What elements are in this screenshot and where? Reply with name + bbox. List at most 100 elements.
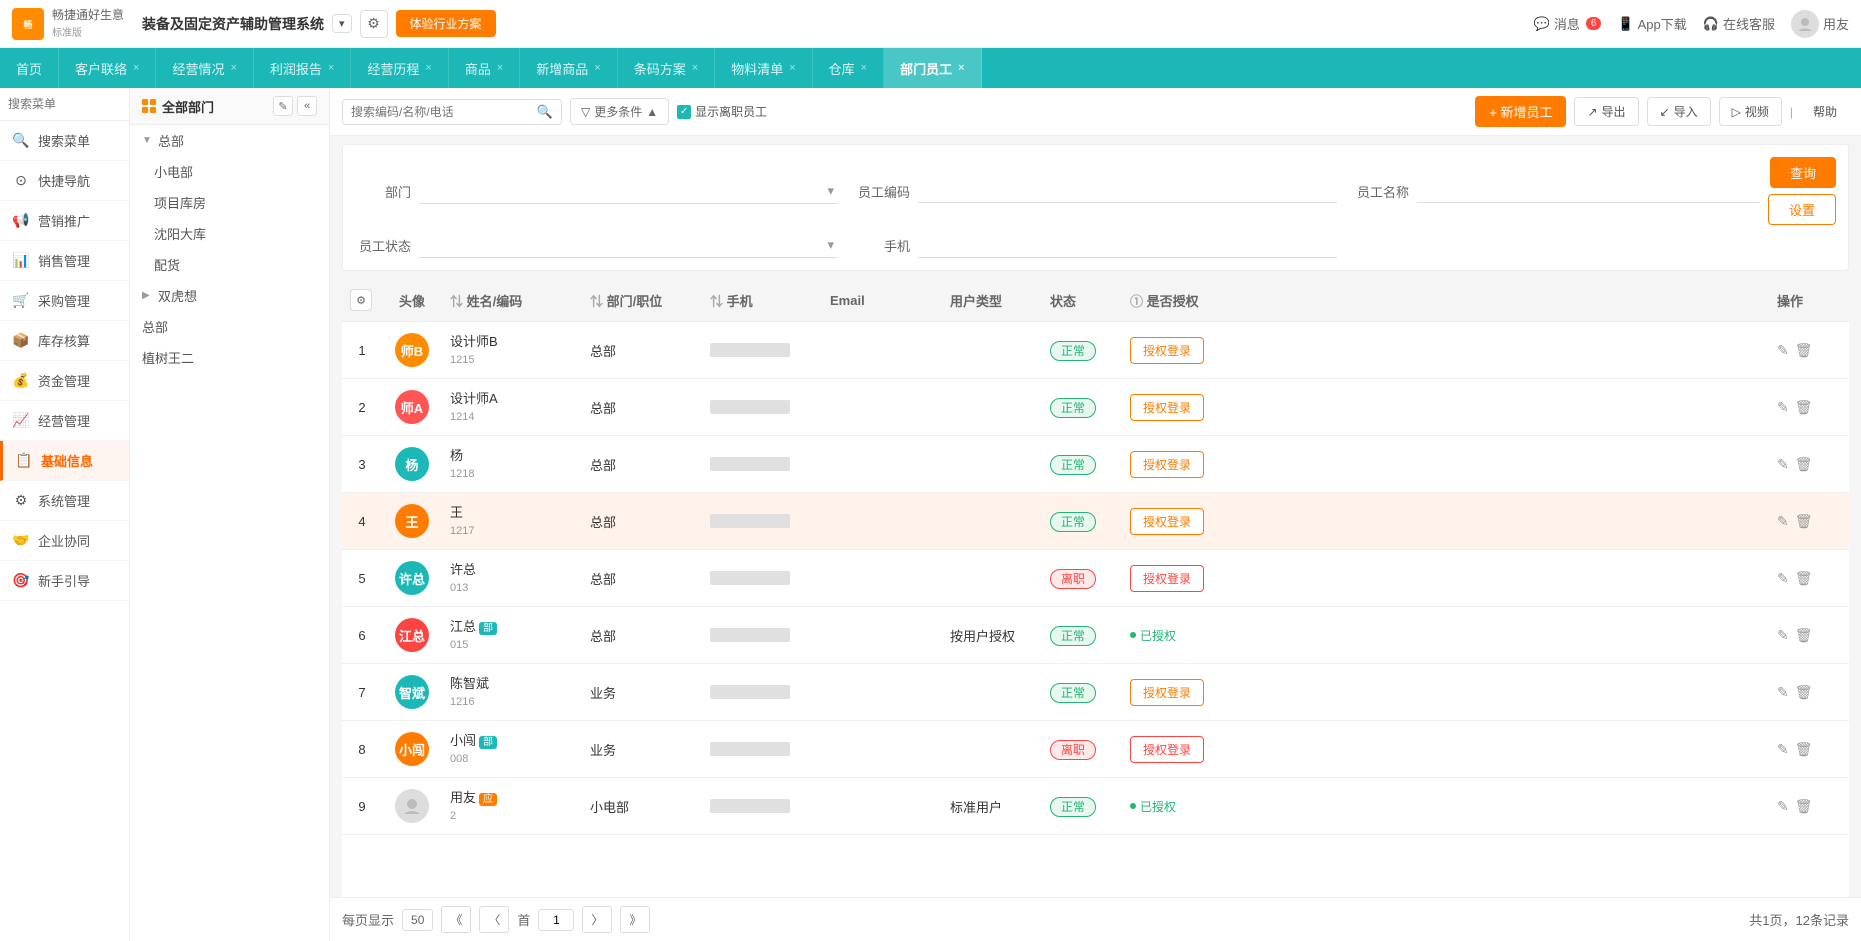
settings-gear-btn[interactable]: ⚙ — [360, 10, 388, 38]
tab-close-部门员工[interactable]: × — [958, 62, 964, 74]
chevron-left-icon[interactable]: 〈 — [479, 906, 509, 933]
collapse-tree-btn[interactable]: « — [297, 96, 317, 116]
empcode-filter-input[interactable] — [918, 179, 1337, 203]
more-filter-btn[interactable]: ▽ 更多条件 ▲ — [570, 98, 669, 125]
sidebar-item-资金管理[interactable]: 💰资金管理 — [0, 361, 129, 401]
tab-close-商品[interactable]: × — [497, 62, 503, 74]
settings-btn[interactable]: 设置 — [1768, 194, 1836, 225]
nav-tab-仓库[interactable]: 仓库 × — [813, 48, 884, 88]
tree-node-shenyangtaku[interactable]: 沈阳大库 — [130, 218, 329, 249]
current-page-input[interactable] — [538, 909, 574, 931]
edit-icon[interactable]: ✎ — [1777, 399, 1789, 416]
chevron-left-left-icon[interactable]: 《 — [441, 906, 471, 933]
sidebar-item-销售管理[interactable]: 📊销售管理 — [0, 241, 129, 281]
delete-icon[interactable]: 🗑 — [1795, 741, 1813, 758]
auth-btn[interactable]: 授权登录 — [1130, 508, 1204, 535]
edit-icon[interactable]: ✎ — [1777, 741, 1789, 758]
sidebar-item-营销推广[interactable]: 📢营销推广 — [0, 201, 129, 241]
sidebar-item-搜索菜单[interactable]: 🔍搜索菜单 — [0, 121, 129, 161]
message-btn[interactable]: 💬 消息 6 — [1534, 14, 1602, 33]
nav-tab-客户联络[interactable]: 客户联络 × — [59, 48, 156, 88]
tab-close-经营情况[interactable]: × — [230, 62, 236, 74]
tree-node-xiaodiaobu[interactable]: 小电部 — [130, 156, 329, 187]
delete-icon[interactable]: 🗑 — [1795, 399, 1813, 416]
sidebar-item-基础信息[interactable]: 📋基础信息 — [0, 441, 129, 481]
system-dropdown-btn[interactable]: ▾ — [332, 14, 352, 33]
tab-close-物料清单[interactable]: × — [789, 62, 795, 74]
empstatus-filter-select[interactable]: ▾ — [419, 233, 838, 258]
edit-icon[interactable]: ✎ — [1777, 513, 1789, 530]
col-settings-btn[interactable]: ⚙ — [350, 289, 372, 311]
show-resigned-checkbox[interactable]: ✓ 显示离职员工 — [677, 103, 767, 120]
sidebar-search-input[interactable] — [8, 97, 130, 111]
dept-filter-select[interactable]: ▾ — [419, 179, 838, 204]
delete-icon[interactable]: 🗑 — [1795, 627, 1813, 644]
nav-tab-商品[interactable]: 商品 × — [449, 48, 520, 88]
tree-toggle-shuanghuxiang: ▶ — [142, 290, 154, 301]
sidebar-item-库存核算[interactable]: 📦库存核算 — [0, 321, 129, 361]
chevron-right-right-icon[interactable]: 》 — [620, 906, 650, 933]
sidebar-item-企业协同[interactable]: 🤝企业协同 — [0, 521, 129, 561]
search-input[interactable] — [351, 105, 533, 119]
auth-btn[interactable]: 授权登录 — [1130, 337, 1204, 364]
sidebar-item-采购管理[interactable]: 🛒采购管理 — [0, 281, 129, 321]
delete-icon[interactable]: 🗑 — [1795, 456, 1813, 473]
tab-close-仓库[interactable]: × — [861, 62, 867, 74]
import-btn[interactable]: ↙ 导入 — [1647, 97, 1711, 126]
sidebar-item-系统管理[interactable]: ⚙系统管理 — [0, 481, 129, 521]
tab-close-客户联络[interactable]: × — [133, 62, 139, 74]
delete-icon[interactable]: 🗑 — [1795, 513, 1813, 530]
edit-icon[interactable]: ✎ — [1777, 456, 1789, 473]
tab-close-新增商品[interactable]: × — [594, 62, 600, 74]
tree-node-zongbu-parent[interactable]: ▼ 总部 — [130, 125, 329, 156]
delete-icon[interactable]: 🗑 — [1795, 570, 1813, 587]
tree-node-xiangmukufang[interactable]: 项目库房 — [130, 187, 329, 218]
delete-icon[interactable]: 🗑 — [1795, 342, 1813, 359]
tab-close-条码方案[interactable]: × — [692, 62, 698, 74]
delete-icon[interactable]: 🗑 — [1795, 684, 1813, 701]
nav-tab-物料清单[interactable]: 物料清单 × — [715, 48, 812, 88]
auth-btn[interactable]: 授权登录 — [1130, 736, 1204, 763]
nav-tab-经营情况[interactable]: 经营情况 × — [156, 48, 253, 88]
auth-btn[interactable]: 授权登录 — [1130, 679, 1204, 706]
nav-tab-部门员工[interactable]: 部门员工 × — [884, 48, 981, 88]
online-service-btn[interactable]: 🎧 在线客服 — [1703, 14, 1775, 33]
video-btn[interactable]: ▷ 视频 — [1719, 97, 1782, 126]
nav-tab-首页[interactable]: 首页 — [0, 48, 59, 88]
nav-tab-条码方案[interactable]: 条码方案 × — [618, 48, 715, 88]
query-btn[interactable]: 查询 — [1770, 157, 1836, 188]
edit-icon[interactable]: ✎ — [1777, 684, 1789, 701]
empname-filter-input[interactable] — [1417, 179, 1760, 203]
edit-dept-btn[interactable]: ✎ — [273, 96, 293, 116]
export-btn[interactable]: ↗ 导出 — [1574, 97, 1638, 126]
tree-node-shuanghuxiang[interactable]: ▶ 双虎想 — [130, 280, 329, 311]
auth-btn[interactable]: 授权登录 — [1130, 451, 1204, 478]
empcode-filter-label: 员工编码 — [854, 182, 910, 201]
trial-btn[interactable]: 体验行业方案 — [396, 10, 496, 37]
auth-btn[interactable]: 授权登录 — [1130, 565, 1204, 592]
help-btn[interactable]: 帮助 — [1801, 98, 1849, 125]
tab-close-利润报告[interactable]: × — [328, 62, 334, 74]
auth-btn[interactable]: 授权登录 — [1130, 394, 1204, 421]
edit-icon[interactable]: ✎ — [1777, 342, 1789, 359]
page-size-select[interactable]: 50 — [402, 909, 433, 931]
chevron-right-icon[interactable]: 〉 — [582, 906, 612, 933]
delete-icon[interactable]: 🗑 — [1795, 798, 1813, 815]
sidebar-item-新手引导[interactable]: 🎯新手引导 — [0, 561, 129, 601]
edit-icon[interactable]: ✎ — [1777, 570, 1789, 587]
app-download-btn[interactable]: 📱 App下载 — [1617, 14, 1686, 33]
sidebar-item-快捷导航[interactable]: ⊙快捷导航 — [0, 161, 129, 201]
nav-tab-利润报告[interactable]: 利润报告 × — [254, 48, 351, 88]
tree-node-zhishuwanger[interactable]: 植树王二 — [130, 342, 329, 373]
tree-node-zongbu2[interactable]: 总部 — [130, 311, 329, 342]
nav-tab-经营历程[interactable]: 经营历程 × — [351, 48, 448, 88]
add-employee-btn[interactable]: + 新增员工 — [1475, 96, 1566, 127]
tab-close-经营历程[interactable]: × — [425, 62, 431, 74]
sidebar-item-经营管理[interactable]: 📈经营管理 — [0, 401, 129, 441]
tree-node-peihuo[interactable]: 配货 — [130, 249, 329, 280]
edit-icon[interactable]: ✎ — [1777, 798, 1789, 815]
nav-tab-新增商品[interactable]: 新增商品 × — [520, 48, 617, 88]
user-menu-btn[interactable]: 用友 — [1791, 10, 1849, 38]
phone-filter-input[interactable] — [918, 234, 1337, 258]
edit-icon[interactable]: ✎ — [1777, 627, 1789, 644]
